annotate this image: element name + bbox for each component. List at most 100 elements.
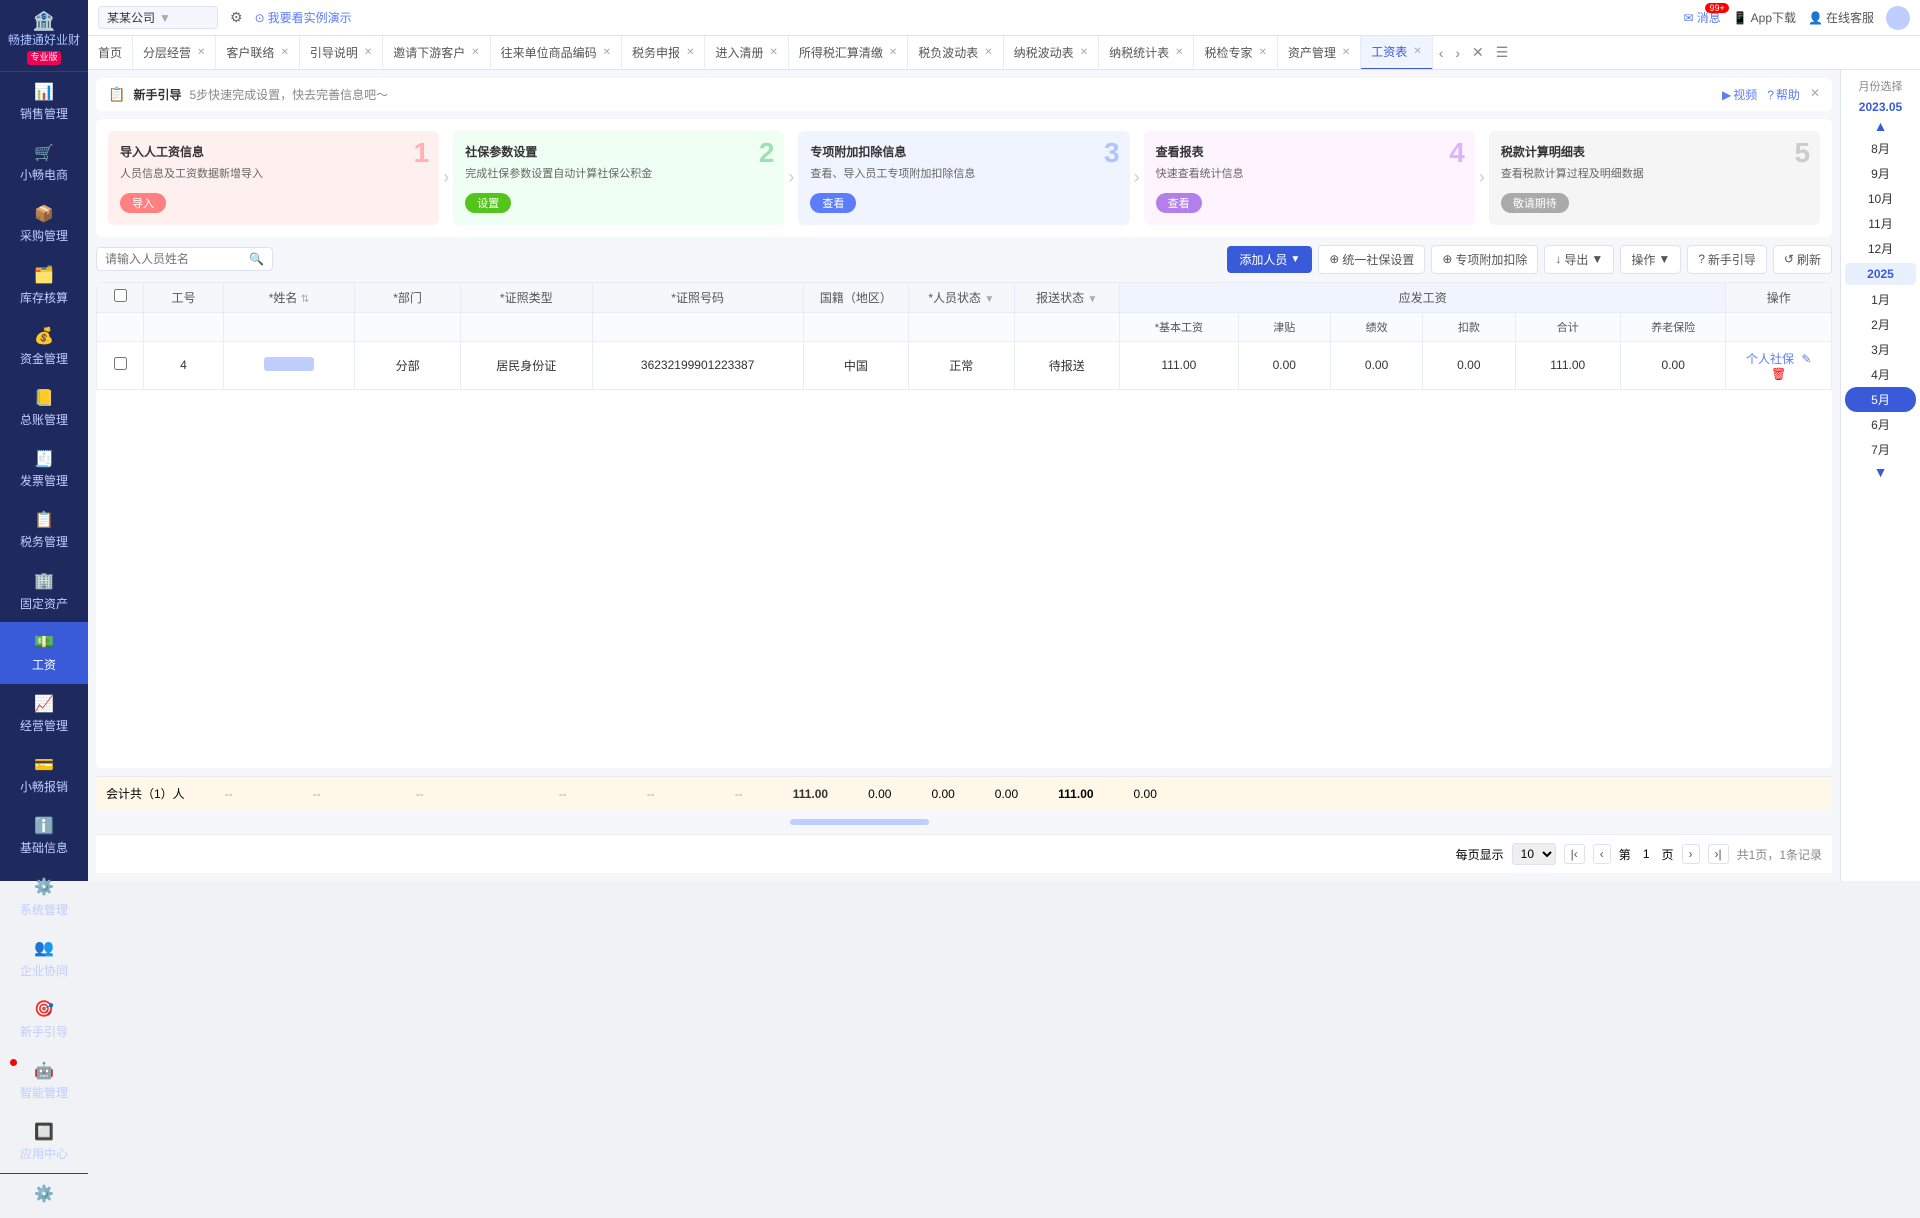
month-item-9[interactable]: 9月 [1845, 161, 1916, 186]
tab-partner-code[interactable]: 往来单位商品编码 ✕ [491, 36, 622, 70]
tab-tax-expert[interactable]: 税检专家 ✕ [1194, 36, 1277, 70]
sidebar-item-finance[interactable]: 💰 资金管理 [0, 316, 88, 377]
sidebar-item-sales[interactable]: 📊 销售管理 [0, 72, 88, 133]
guide-help-btn[interactable]: ? 帮助 [1767, 86, 1800, 103]
guide-close-btn[interactable]: ✕ [1810, 86, 1820, 103]
prev-page-btn[interactable]: ‹ [1593, 844, 1611, 864]
step-5-btn[interactable]: 敬请期待 [1501, 193, 1569, 213]
sidebar-item-tax[interactable]: 📋 税务管理 [0, 500, 88, 561]
month-item-5[interactable]: 5月 [1845, 387, 1916, 412]
month-item-6[interactable]: 6月 [1845, 412, 1916, 437]
row-delete-btn[interactable]: 🗑 [1771, 367, 1786, 381]
sidebar-item-assets[interactable]: 🏢 固定资产 [0, 561, 88, 622]
tab-tax-expert-close[interactable]: ✕ [1259, 47, 1267, 58]
month-item-4[interactable]: 4月 [1845, 362, 1916, 387]
month-prev-btn[interactable]: ▲ [1874, 116, 1888, 136]
per-page-select[interactable]: 10 20 50 [1512, 843, 1556, 865]
sidebar-item-invoice[interactable]: 🧾 发票管理 [0, 439, 88, 500]
search-input[interactable] [105, 252, 245, 266]
month-item-7[interactable]: 7月 [1845, 437, 1916, 462]
tab-asset-mgmt[interactable]: 资产管理 ✕ [1278, 36, 1361, 70]
month-item-8[interactable]: 8月 [1845, 136, 1916, 161]
sidebar-item-purchase[interactable]: 📦 采购管理 [0, 194, 88, 255]
tab-asset-mgmt-close[interactable]: ✕ [1342, 47, 1350, 58]
step-1-btn[interactable]: 导入 [120, 193, 166, 213]
tab-income-tax-close[interactable]: ✕ [889, 47, 897, 58]
next-page-btn[interactable]: › [1682, 844, 1700, 864]
tab-crm[interactable]: 客户联络 ✕ [216, 36, 299, 70]
demo-link[interactable]: ⊙ 我要看实例演示 [255, 9, 352, 26]
sidebar-item-ai[interactable]: 🤖 智能管理 [0, 1051, 88, 1112]
tab-salary-table-close[interactable]: ✕ [1413, 46, 1421, 57]
report-filter-icon[interactable]: ▼ [1088, 294, 1098, 305]
sidebar-item-appstore[interactable]: 🔲 应用中心 [0, 1112, 88, 1173]
step-3-btn[interactable]: 查看 [810, 193, 856, 213]
status-filter-icon[interactable]: ▼ [984, 294, 994, 305]
sidebar-settings-btn[interactable]: ⚙️ [0, 1174, 88, 1218]
step-4-btn[interactable]: 查看 [1156, 193, 1202, 213]
gear-icon[interactable]: ⚙ [224, 9, 249, 26]
sidebar-item-ecommerce[interactable]: 🛒 小畅电商 [0, 133, 88, 194]
tab-next-btn[interactable]: › [1449, 45, 1466, 61]
sidebar-item-newbie[interactable]: 🎯 新手引导 [0, 989, 88, 1050]
online-service-btn[interactable]: 👤 在线客服 [1808, 9, 1874, 26]
tab-layer-close[interactable]: ✕ [197, 47, 205, 58]
tab-salary-table[interactable]: 工资表 ✕ [1361, 36, 1432, 70]
newbie-guide-btn[interactable]: ? 新手引导 [1687, 245, 1767, 274]
month-item-12[interactable]: 12月 [1845, 236, 1916, 261]
tab-income-tax[interactable]: 所得税汇算清缴 ✕ [789, 36, 908, 70]
name-sort-icon[interactable]: ⇅ [301, 294, 309, 305]
search-icon[interactable]: 🔍 [249, 252, 264, 266]
month-item-10[interactable]: 10月 [1845, 186, 1916, 211]
export-btn[interactable]: ↓ 导出 ▼ [1544, 245, 1614, 274]
action-btn[interactable]: 操作 ▼ [1620, 245, 1681, 274]
message-btn[interactable]: ✉ 消息 99+ [1684, 9, 1721, 26]
month-next-btn[interactable]: ▼ [1874, 462, 1888, 482]
avatar[interactable] [1886, 6, 1910, 30]
tab-layer[interactable]: 分层经营 ✕ [133, 36, 216, 70]
tab-tax-wave-close[interactable]: ✕ [1080, 47, 1088, 58]
tab-tax-stat-close[interactable]: ✕ [1175, 47, 1183, 58]
first-page-btn[interactable]: |‹ [1564, 844, 1585, 864]
tab-home[interactable]: 首页 [88, 36, 133, 70]
month-item-3[interactable]: 3月 [1845, 337, 1916, 362]
tab-tax-burden[interactable]: 税负波动表 ✕ [908, 36, 1003, 70]
month-item-11[interactable]: 11月 [1845, 211, 1916, 236]
sidebar-item-ledger[interactable]: 📒 总账管理 [0, 378, 88, 439]
tab-tax-burden-close[interactable]: ✕ [984, 47, 992, 58]
company-selector[interactable]: 某某公司 ▼ [98, 6, 218, 29]
scroll-thumb[interactable] [790, 819, 929, 825]
tab-prev-btn[interactable]: ‹ [1433, 45, 1450, 61]
app-download-btn[interactable]: 📱 App下载 [1733, 9, 1796, 26]
tab-invite-close[interactable]: ✕ [471, 47, 479, 58]
month-item-1[interactable]: 1月 [1845, 287, 1916, 312]
sidebar-item-salary[interactable]: 💵 工资 [0, 622, 88, 683]
tab-tax-report-close[interactable]: ✕ [686, 47, 694, 58]
row-personal-insurance-btn[interactable]: 个人社保 [1746, 352, 1794, 366]
tab-menu-btn[interactable]: ☰ [1490, 44, 1515, 61]
tab-partner-code-close[interactable]: ✕ [603, 47, 611, 58]
row-edit-btn[interactable]: ✎ [1801, 352, 1811, 366]
month-item-2[interactable]: 2月 [1845, 312, 1916, 337]
refresh-btn[interactable]: ↺ 刷新 [1773, 245, 1832, 274]
tab-clearance[interactable]: 进入清册 ✕ [705, 36, 788, 70]
step-2-btn[interactable]: 设置 [465, 193, 511, 213]
special-deduct-btn[interactable]: ⊕ 专项附加扣除 [1431, 245, 1538, 274]
tab-tax-report[interactable]: 税务申报 ✕ [622, 36, 705, 70]
horizontal-scrollbar[interactable] [96, 818, 1832, 826]
tab-crm-close[interactable]: ✕ [280, 47, 288, 58]
tab-invite[interactable]: 邀请下游客户 ✕ [383, 36, 490, 70]
sidebar-item-expense[interactable]: 💳 小畅报销 [0, 745, 88, 806]
tab-guide[interactable]: 引导说明 ✕ [300, 36, 383, 70]
add-person-button[interactable]: 添加人员 ▼ [1227, 246, 1312, 273]
sidebar-item-system[interactable]: ⚙️ 系统管理 [0, 867, 88, 928]
guide-video-btn[interactable]: ▶ 视频 [1722, 86, 1757, 103]
row-checkbox[interactable] [114, 357, 127, 370]
social-security-btn[interactable]: ⊕ 统一社保设置 [1318, 245, 1425, 274]
tab-tax-stat[interactable]: 纳税统计表 ✕ [1099, 36, 1194, 70]
tab-clearance-close[interactable]: ✕ [769, 47, 777, 58]
sidebar-item-collab[interactable]: 👥 企业协同 [0, 928, 88, 989]
tab-guide-close[interactable]: ✕ [364, 47, 372, 58]
select-all-checkbox[interactable] [114, 289, 127, 302]
sidebar-item-inventory[interactable]: 🗂️ 库存核算 [0, 255, 88, 316]
